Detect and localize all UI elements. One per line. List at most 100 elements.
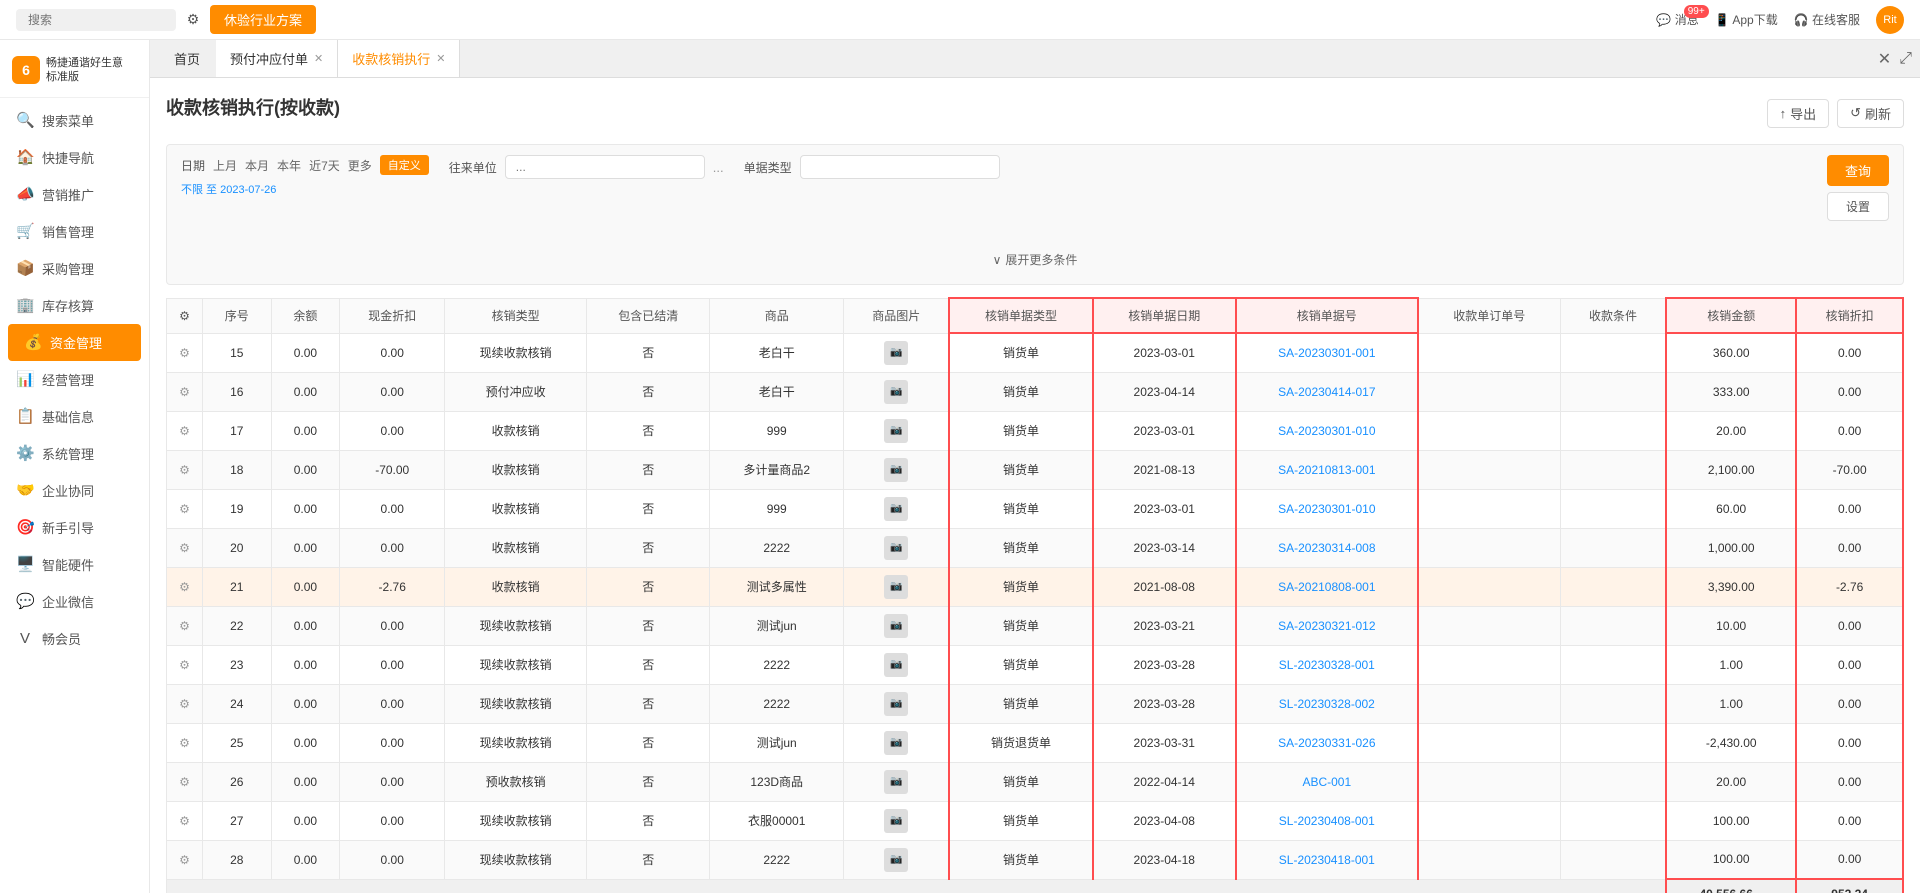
cell-cancel-bill-type: 销货单: [949, 489, 1092, 528]
cell-receipt-condition: [1560, 723, 1666, 762]
tab-prepay-label: 预付冲应付单: [230, 49, 308, 68]
cancel-bill-no-link[interactable]: SL-20230328-002: [1279, 697, 1375, 711]
cell-product-image: 📷: [844, 723, 950, 762]
cancel-bill-no-link[interactable]: SL-20230328-001: [1279, 658, 1375, 672]
cell-settings[interactable]: ⚙: [167, 723, 203, 762]
cancel-bill-no-link[interactable]: SL-20230418-001: [1279, 853, 1375, 867]
cancel-bill-no-link[interactable]: SA-20230321-012: [1278, 619, 1375, 633]
sidebar-logo: 6 畅捷通谐好生意 标准版: [0, 48, 149, 98]
cell-settings[interactable]: ⚙: [167, 333, 203, 372]
sidebar-item-guide[interactable]: 🎯 新手引导: [0, 509, 149, 546]
date-more[interactable]: 更多: [348, 157, 372, 174]
cell-include-settled: 否: [587, 450, 710, 489]
cancel-bill-no-link[interactable]: SA-20210808-001: [1278, 580, 1375, 594]
cancel-bill-no-link[interactable]: SA-20230414-017: [1278, 385, 1375, 399]
cancel-bill-no-link[interactable]: SA-20230314-008: [1278, 541, 1375, 555]
cell-cancel-discount: 0.00: [1796, 801, 1903, 840]
message-icon[interactable]: 💬 消息 99+: [1656, 11, 1698, 28]
sidebar-item-basic-info[interactable]: 📋 基础信息: [0, 398, 149, 435]
sidebar-item-sales[interactable]: 🛒 销售管理: [0, 213, 149, 250]
online-service[interactable]: 🎧 在线客服: [1794, 11, 1860, 28]
refresh-button[interactable]: ↺ 刷新: [1837, 99, 1904, 128]
sidebar-item-business[interactable]: 📊 经营管理: [0, 361, 149, 398]
cell-settings[interactable]: ⚙: [167, 645, 203, 684]
cell-settings[interactable]: ⚙: [167, 528, 203, 567]
sidebar-item-marketing[interactable]: 📣 营销推广: [0, 176, 149, 213]
sidebar-label-finance: 资金管理: [50, 333, 102, 352]
cell-balance: 0.00: [271, 567, 340, 606]
sidebar-item-system[interactable]: ⚙️ 系统管理: [0, 435, 149, 472]
sidebar-item-search[interactable]: 🔍 搜索菜单: [0, 102, 149, 139]
filter-date-section: 日期 上月 本月 本年 近7天 更多 自定义: [181, 155, 429, 175]
col-header-product-image: 商品图片: [844, 298, 950, 333]
cancel-bill-no-link[interactable]: SA-20230331-026: [1278, 736, 1375, 750]
cell-product-image: 📷: [844, 372, 950, 411]
sidebar-item-enterprise[interactable]: 🤝 企业协同: [0, 472, 149, 509]
app-download[interactable]: 📱 App下载: [1715, 11, 1778, 28]
cell-cancel-discount: 0.00: [1796, 684, 1903, 723]
cell-cancel-discount: 0.00: [1796, 411, 1903, 450]
cancel-bill-no-link[interactable]: SA-20210813-001: [1278, 463, 1375, 477]
cell-settings[interactable]: ⚙: [167, 762, 203, 801]
cell-settings[interactable]: ⚙: [167, 567, 203, 606]
cell-receipt-order-no: [1418, 333, 1560, 372]
from-unit-input[interactable]: [505, 155, 705, 179]
tab-prepay-close[interactable]: ✕: [314, 52, 323, 65]
cell-settings[interactable]: ⚙: [167, 684, 203, 723]
cancel-bill-no-link[interactable]: SA-20230301-010: [1278, 502, 1375, 516]
cell-product: 2222: [710, 840, 844, 879]
date-this-month[interactable]: 本月: [245, 157, 269, 174]
sidebar-item-finance[interactable]: 💰 资金管理: [8, 324, 141, 361]
tab-receivable-close[interactable]: ✕: [436, 52, 445, 65]
cancel-bill-no-link[interactable]: SA-20230301-001: [1278, 346, 1375, 360]
search-input[interactable]: [16, 9, 176, 31]
cell-settings[interactable]: ⚙: [167, 840, 203, 879]
cancel-bill-no-link[interactable]: SL-20230408-001: [1279, 814, 1375, 828]
cell-cancel-bill-no: SL-20230408-001: [1236, 801, 1418, 840]
sidebar-item-hardware[interactable]: 🖥️ 智能硬件: [0, 546, 149, 583]
single-type-select[interactable]: [800, 155, 1000, 179]
cell-cash-discount: -2.76: [340, 567, 445, 606]
cancel-bill-no-link[interactable]: SA-20230301-010: [1278, 424, 1375, 438]
tab-close-all-icon[interactable]: ✕: [1878, 49, 1891, 69]
tab-home[interactable]: 首页: [158, 41, 216, 76]
sidebar-item-quick-nav[interactable]: 🏠 快捷导航: [0, 139, 149, 176]
user-avatar[interactable]: Rit: [1876, 6, 1904, 34]
cell-settings[interactable]: ⚙: [167, 450, 203, 489]
sidebar: 6 畅捷通谐好生意 标准版 🔍 搜索菜单 🏠 快捷导航 📣 营销推广 🛒 销售管…: [0, 40, 150, 893]
sidebar-label-wechat: 企业微信: [42, 592, 94, 611]
date-custom-button[interactable]: 自定义: [380, 155, 429, 175]
sidebar-item-inventory[interactable]: 🏢 库存核算: [0, 287, 149, 324]
sidebar-item-purchase[interactable]: 📦 采购管理: [0, 250, 149, 287]
cell-balance: 0.00: [271, 684, 340, 723]
settings-button[interactable]: 设置: [1827, 192, 1889, 221]
cell-receipt-order-no: [1418, 723, 1560, 762]
date-prev-month[interactable]: 上月: [213, 157, 237, 174]
tab-maximize-icon[interactable]: ⤢: [1899, 50, 1912, 68]
purchase-icon: 📦: [16, 259, 34, 277]
cancel-bill-no-link[interactable]: ABC-001: [1302, 775, 1351, 789]
cell-settings[interactable]: ⚙: [167, 489, 203, 528]
date-7days[interactable]: 近7天: [309, 157, 340, 174]
sidebar-item-member[interactable]: V 畅会员: [0, 620, 149, 657]
cell-settings[interactable]: ⚙: [167, 801, 203, 840]
more-icon[interactable]: ...: [713, 160, 724, 175]
expand-conditions-button[interactable]: ∨ 展开更多条件: [987, 245, 1084, 274]
sidebar-item-wechat[interactable]: 💬 企业微信: [0, 583, 149, 620]
sidebar-label-hardware: 智能硬件: [42, 555, 94, 574]
cell-cash-discount: 0.00: [340, 489, 445, 528]
cell-settings[interactable]: ⚙: [167, 606, 203, 645]
export-button[interactable]: ↑ 导出: [1767, 99, 1830, 128]
cell-cancel-discount: 0.00: [1796, 762, 1903, 801]
query-button[interactable]: 查询: [1827, 155, 1889, 186]
cell-cancel-bill-date: 2023-03-01: [1093, 333, 1236, 372]
cell-settings[interactable]: ⚙: [167, 372, 203, 411]
industry-button[interactable]: 休验行业方案: [210, 5, 316, 34]
tab-prepay[interactable]: 预付冲应付单 ✕: [216, 40, 338, 77]
col-header-settings[interactable]: ⚙: [167, 298, 203, 333]
settings-icon[interactable]: ⚙: [184, 11, 202, 29]
tab-receivable[interactable]: 收款核销执行 ✕: [338, 40, 460, 77]
cell-settings[interactable]: ⚙: [167, 411, 203, 450]
table-header-row: ⚙ 序号 余额 现金折扣 核销类型 包含已结清 商品 商品图片 核销单据类型 核…: [167, 298, 1904, 333]
date-this-year[interactable]: 本年: [277, 157, 301, 174]
